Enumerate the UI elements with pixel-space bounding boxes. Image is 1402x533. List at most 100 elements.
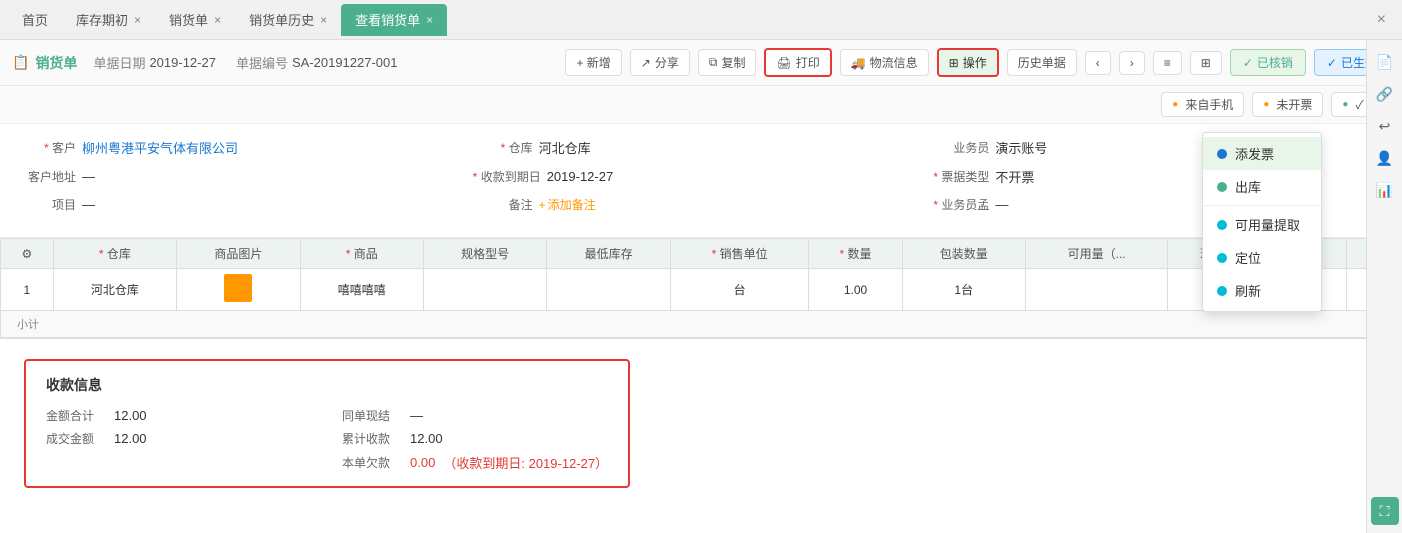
- row-product[interactable]: 嘻嘻嘻嘻: [300, 269, 423, 311]
- copy-icon: ⧉: [709, 55, 718, 70]
- current-owe-value: 0.00: [410, 455, 435, 470]
- available-dot: [1217, 220, 1227, 230]
- col-unit: 销售单位: [670, 239, 809, 269]
- same-settle-label: 同单现结: [342, 407, 402, 424]
- refresh-dot: [1217, 286, 1227, 296]
- col-pack-qty: 包装数量: [902, 239, 1025, 269]
- operations-dropdown: 添发票 出库 可用量提取 定位 刷新: [1202, 132, 1322, 312]
- col-settings[interactable]: ⚙: [1, 239, 54, 269]
- tab-sales[interactable]: 销货单 ×: [155, 4, 235, 36]
- share-button[interactable]: ↗ 分享: [630, 49, 690, 76]
- sidebar-doc-icon[interactable]: 📄: [1371, 48, 1399, 76]
- customer-label: 客户: [16, 139, 76, 156]
- check-icon2: ✓: [1327, 56, 1337, 70]
- refresh-label: 刷新: [1235, 281, 1261, 300]
- tab-view-sales-close[interactable]: ×: [426, 13, 433, 27]
- invoice-value: 不开票: [995, 167, 1115, 186]
- print-button[interactable]: 🖨 打印: [764, 48, 831, 77]
- sidebar-user-icon[interactable]: 👤: [1371, 144, 1399, 172]
- payment-grid: 金额合计 12.00 同单现结 — 成交金额 12.00 累计收款 12.00: [46, 407, 608, 472]
- form-row-3: 项目 — 备注 + 添加备注 业务员孟 —: [16, 196, 1386, 213]
- check-icon: ✓: [1243, 56, 1253, 70]
- table-row: 1 河北仓库 嘻嘻嘻嘻 台 1.00 1台 12.00 0.: [1, 269, 1402, 311]
- current-owe-label: 本单欠款: [342, 454, 402, 471]
- truck-icon: 🚚: [851, 56, 866, 70]
- warehouse-field: 仓库 河北仓库: [473, 138, 930, 157]
- row-num: 1: [1, 269, 54, 311]
- payment-section: 收款信息 金额合计 12.00 同单现结 — 成交金额 12.00 累计收款 1…: [24, 359, 630, 488]
- view-grid-button[interactable]: ⊞: [1190, 51, 1222, 75]
- sidebar-link-icon[interactable]: 🔗: [1371, 80, 1399, 108]
- add-invoice-item[interactable]: 添发票: [1203, 137, 1321, 170]
- row-available: [1025, 269, 1167, 311]
- sidebar-chart-icon[interactable]: 📊: [1371, 176, 1399, 204]
- tab-home[interactable]: 首页: [8, 4, 62, 36]
- deal-amount-label: 成交金额: [46, 430, 106, 447]
- warehouse-value[interactable]: 河北仓库: [539, 138, 659, 157]
- subtotal-row: 小计: [1, 311, 1402, 338]
- address-label: 客户地址: [16, 168, 76, 185]
- address-value: —: [82, 169, 202, 184]
- grid-icon: ⊞: [949, 56, 959, 70]
- form-row-2: 客户地址 — 收款到期日 2019-12-27 票据类型 不开票: [16, 167, 1386, 186]
- plus-icon: +: [539, 198, 546, 212]
- copy-button[interactable]: ⧉ 复制: [698, 49, 757, 76]
- invoice-label: 票据类型: [929, 168, 989, 185]
- cumulative-label: 累计收款: [342, 430, 402, 447]
- doc-icon: 📋: [12, 54, 29, 71]
- global-close-button[interactable]: ×: [1369, 7, 1394, 33]
- from-mobile-button[interactable]: 来自手机: [1161, 92, 1244, 117]
- nav-next-button[interactable]: ›: [1119, 51, 1145, 75]
- settings-icon: ⚙: [21, 247, 32, 261]
- row-warehouse: 河北仓库: [53, 269, 176, 311]
- refresh-item[interactable]: 刷新: [1203, 274, 1321, 307]
- payment-title: 收款信息: [46, 375, 608, 395]
- tab-bar: 首页 库存期初 × 销货单 × 销货单历史 × 查看销货单 × ×: [0, 0, 1402, 40]
- project-field: 项目 —: [16, 196, 473, 213]
- row-qty[interactable]: 1.00: [809, 269, 902, 311]
- tab-sales-history[interactable]: 销货单历史 ×: [235, 4, 341, 36]
- sidebar-return-icon[interactable]: ↩: [1371, 112, 1399, 140]
- due-date-value[interactable]: 2019-12-27: [547, 169, 667, 184]
- locate-label: 定位: [1235, 248, 1261, 267]
- row-spec: [423, 269, 546, 311]
- tab-inventory[interactable]: 库存期初 ×: [62, 4, 155, 36]
- customer-value[interactable]: 柳州粤港平安气体有限公司: [82, 138, 238, 157]
- same-settle-row: 同单现结 —: [342, 407, 608, 424]
- tab-sales-close[interactable]: ×: [214, 13, 221, 27]
- cumulative-row: 累计收款 12.00: [342, 430, 608, 447]
- data-table: ⚙ 仓库 商品图片 商品 规格型号 最低库存 销售单位 数量 包装数量 可用量（…: [0, 238, 1402, 338]
- owe-note: （收款到期日: 2019-12-27）: [443, 453, 608, 472]
- data-table-wrap: ⚙ 仓库 商品图片 商品 规格型号 最低库存 销售单位 数量 包装数量 可用量（…: [0, 238, 1402, 339]
- col-image: 商品图片: [177, 239, 300, 269]
- share-icon: ↗: [641, 56, 651, 70]
- cancelled-button[interactable]: ✓ 已核销: [1230, 49, 1306, 76]
- row-unit: 台: [670, 269, 809, 311]
- add-note-button[interactable]: + 添加备注: [539, 196, 596, 213]
- tab-inventory-close[interactable]: ×: [134, 13, 141, 27]
- nav-prev-button[interactable]: ‹: [1085, 51, 1111, 75]
- new-button[interactable]: + 新增: [565, 49, 621, 76]
- view-list-button[interactable]: ≡: [1153, 51, 1182, 75]
- col-available: 可用量（...: [1025, 239, 1167, 269]
- locate-item[interactable]: 定位: [1203, 241, 1321, 274]
- sidebar-expand-icon[interactable]: ⛶: [1371, 497, 1399, 525]
- doc-title-label: 销货单: [35, 53, 77, 73]
- staff-label: 业务员: [929, 139, 989, 156]
- logistics-button[interactable]: 🚚 物流信息: [840, 49, 929, 76]
- locate-dot: [1217, 253, 1227, 263]
- not-open-button[interactable]: 未开票: [1252, 92, 1323, 117]
- outbound-item[interactable]: 出库: [1203, 170, 1321, 203]
- tab-view-sales[interactable]: 查看销货单 ×: [341, 4, 447, 36]
- operations-button[interactable]: ⊞ 操作: [937, 48, 999, 77]
- tab-sales-history-close[interactable]: ×: [320, 13, 327, 27]
- doc-title-section: 📋 销货单: [12, 53, 77, 73]
- due-date-label: 收款到期日: [473, 168, 541, 185]
- available-extract-item[interactable]: 可用量提取: [1203, 208, 1321, 241]
- customer-field: 客户 柳州粤港平安气体有限公司: [16, 138, 473, 157]
- amount-total-row: 金额合计 12.00: [46, 407, 312, 424]
- history-button[interactable]: 历史单据: [1007, 49, 1077, 76]
- row-pack-qty: 1台: [902, 269, 1025, 311]
- deal-amount-row: 成交金额 12.00: [46, 430, 312, 447]
- staff2-value: —: [995, 197, 1115, 212]
